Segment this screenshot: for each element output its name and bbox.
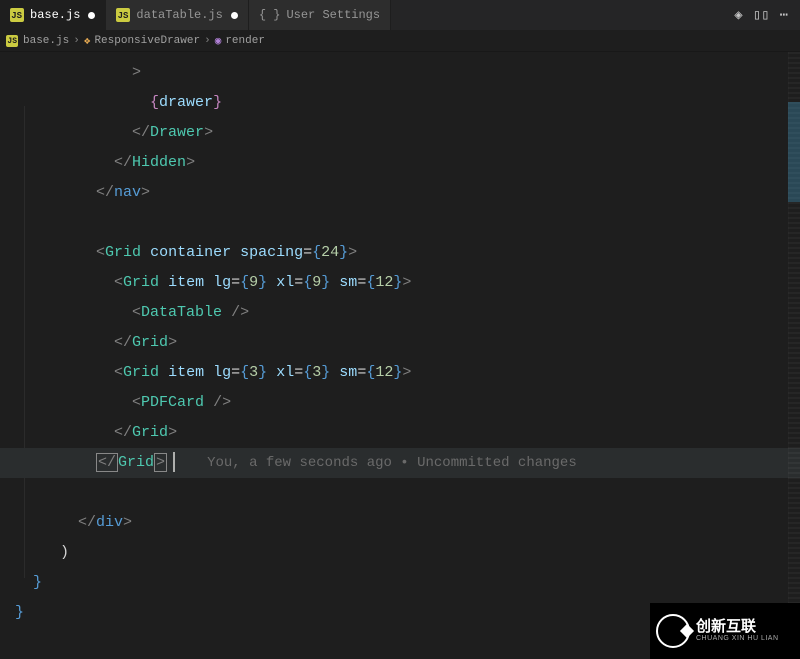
method-icon: ◉ xyxy=(215,34,222,48)
chevron-right-icon: › xyxy=(73,35,80,47)
tab-user-settings[interactable]: { } User Settings xyxy=(249,0,391,30)
tab-bar-actions: ◈ ▯▯ ⋯ xyxy=(734,7,794,24)
code-line: > xyxy=(0,58,800,88)
js-file-icon: JS xyxy=(116,8,130,22)
code-line: <DataTable /> xyxy=(0,298,800,328)
code-line: </Drawer> xyxy=(0,118,800,148)
code-line: </Grid> xyxy=(0,328,800,358)
brand-text-en: CHUANG XIN HU LIAN xyxy=(696,635,779,643)
brand-text-zh: 创新互联 xyxy=(696,619,779,636)
code-line: </div> xyxy=(0,508,800,538)
watermark-logo: 创新互联 CHUANG XIN HU LIAN xyxy=(650,603,800,659)
code-line xyxy=(0,208,800,238)
breadcrumb[interactable]: JS base.js › ❖ ResponsiveDrawer › ◉ rend… xyxy=(0,30,800,52)
tab-datatable-js[interactable]: JS dataTable.js xyxy=(106,0,248,30)
breadcrumb-symbol-class[interactable]: ResponsiveDrawer xyxy=(94,35,200,47)
tab-label: User Settings xyxy=(286,8,380,22)
dirty-indicator-icon xyxy=(231,12,238,19)
code-line: {drawer} xyxy=(0,88,800,118)
code-editor[interactable]: > {drawer} </Drawer> </Hidden> </nav> <G… xyxy=(0,52,800,628)
tab-label: dataTable.js xyxy=(136,8,222,22)
js-file-icon: JS xyxy=(10,8,24,22)
breadcrumb-file[interactable]: base.js xyxy=(23,35,69,47)
dirty-indicator-icon xyxy=(88,12,95,19)
text-cursor xyxy=(173,452,175,472)
split-editor-icon[interactable]: ▯▯ xyxy=(753,7,770,24)
code-line: </Hidden> xyxy=(0,148,800,178)
tab-bar: JS base.js JS dataTable.js { } User Sett… xyxy=(0,0,800,30)
git-blame-annotation: You, a few seconds ago • Uncommitted cha… xyxy=(207,455,577,471)
more-actions-icon[interactable]: ⋯ xyxy=(780,7,788,24)
js-file-icon: JS xyxy=(6,35,18,47)
code-line: </Grid> xyxy=(0,418,800,448)
code-line: ) xyxy=(0,538,800,568)
compare-changes-icon[interactable]: ◈ xyxy=(734,7,742,24)
chevron-right-icon: › xyxy=(204,35,211,47)
breadcrumb-symbol-method[interactable]: render xyxy=(225,35,265,47)
minimap[interactable] xyxy=(788,52,800,619)
class-icon: ❖ xyxy=(84,34,91,48)
code-line xyxy=(0,478,800,508)
code-line-current: </Grid>You, a few seconds ago • Uncommit… xyxy=(0,448,800,478)
minimap-viewport[interactable] xyxy=(788,102,800,202)
tab-label: base.js xyxy=(30,8,80,22)
code-line: } xyxy=(0,568,800,598)
code-line: <Grid container spacing={24}> xyxy=(0,238,800,268)
settings-icon: { } xyxy=(259,8,281,22)
code-line: </nav> xyxy=(0,178,800,208)
code-line: <PDFCard /> xyxy=(0,388,800,418)
tab-base-js[interactable]: JS base.js xyxy=(0,0,106,30)
code-line: <Grid item lg={3} xl={3} sm={12}> xyxy=(0,358,800,388)
brand-icon xyxy=(656,614,690,648)
code-line: <Grid item lg={9} xl={9} sm={12}> xyxy=(0,268,800,298)
